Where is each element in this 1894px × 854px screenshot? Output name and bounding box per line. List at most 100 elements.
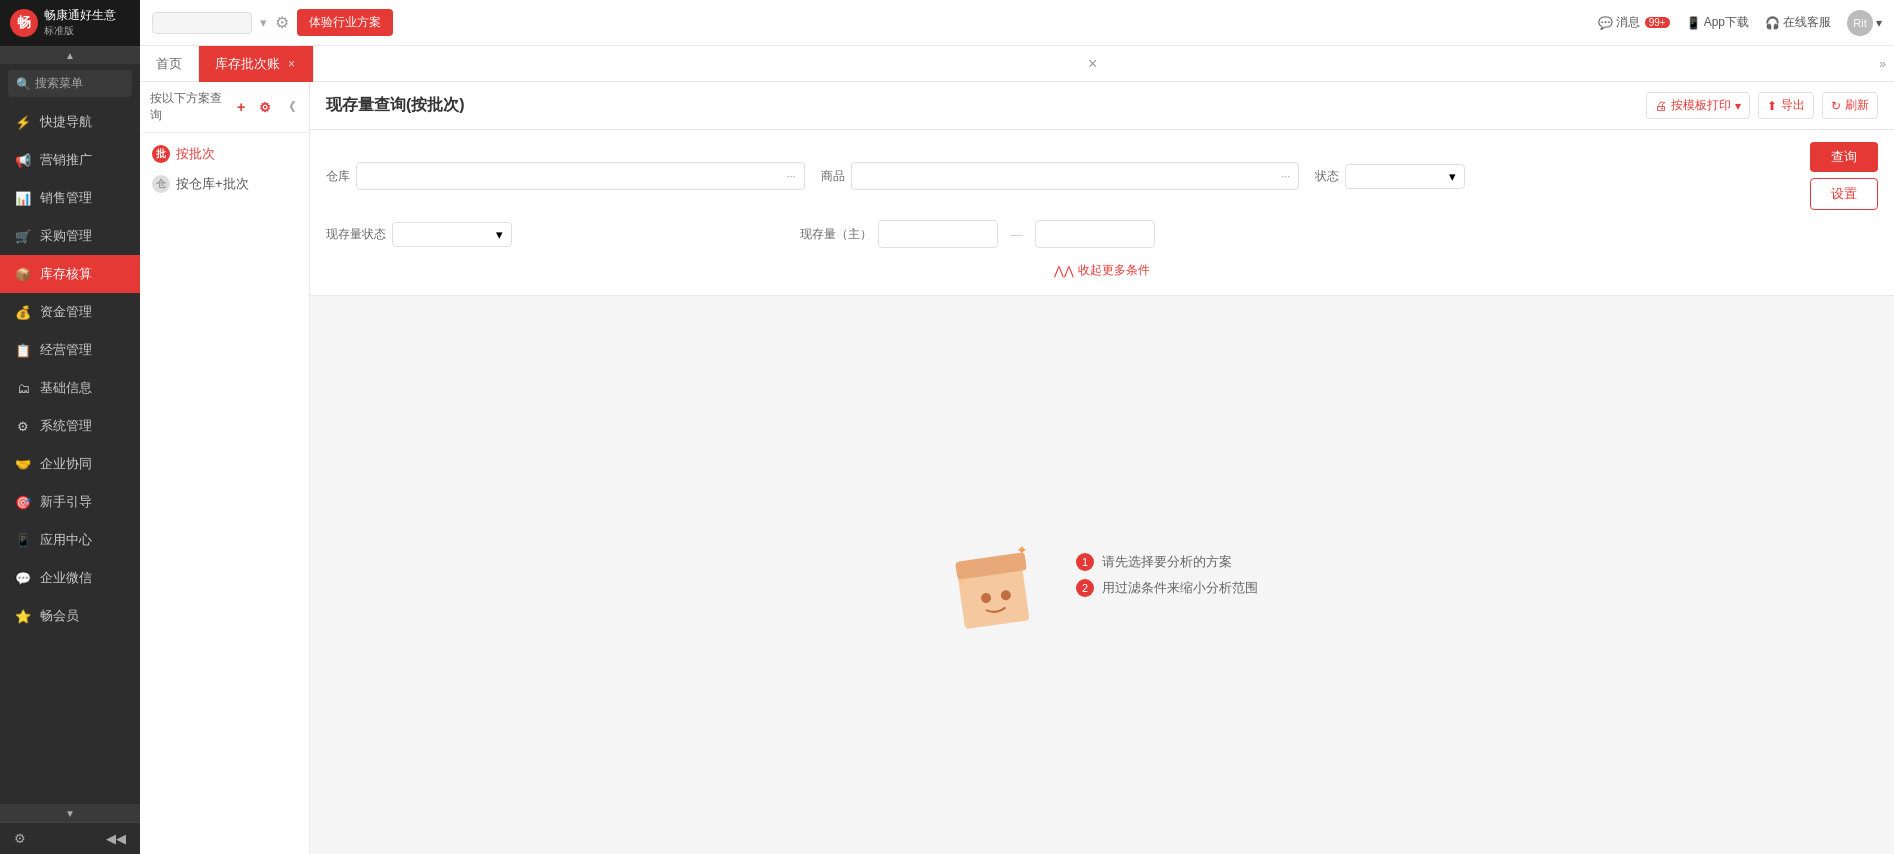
stock-qty-from[interactable] [878, 220, 998, 248]
warehouse-input[interactable]: ··· [356, 162, 805, 190]
sidebar-item-marketing[interactable]: 📢 营销推广 [0, 141, 140, 179]
collapse-more-btn[interactable]: ⋀⋀ 收起更多条件 [326, 258, 1878, 283]
status-label: 状态 [1315, 168, 1339, 185]
shortcut-icon: ⚡ [14, 113, 32, 131]
stock-status-dropdown-icon: ▾ [496, 227, 503, 242]
tip-item-2: 2 用过滤条件来缩小分析范围 [1076, 579, 1258, 597]
sidebar-item-sales[interactable]: 📊 销售管理 [0, 179, 140, 217]
user-menu[interactable]: Rit ▾ [1847, 10, 1882, 36]
refresh-btn[interactable]: ↻ 刷新 [1822, 92, 1878, 119]
status-dropdown-icon: ▾ [1449, 169, 1456, 184]
messages-badge: 99+ [1645, 17, 1670, 28]
panel-close-button[interactable]: × [1076, 55, 1109, 73]
topbar-search-input[interactable] [152, 12, 252, 34]
filter-stock-qty-group: 现存量（主） — [800, 220, 1258, 248]
experience-btn[interactable]: 体验行业方案 [297, 9, 393, 36]
sidebar-item-label: 营销推广 [40, 151, 92, 169]
sidebar-item-label: 销售管理 [40, 189, 92, 207]
expand-tabs-icon[interactable]: » [1871, 57, 1894, 71]
sidebar-scroll-up[interactable]: ▲ [0, 46, 140, 64]
goods-more-icon[interactable]: ··· [1281, 170, 1290, 182]
tip-text-2: 用过滤条件来缩小分析范围 [1102, 579, 1258, 597]
stock-qty-to[interactable] [1035, 220, 1155, 248]
stock-status-dropdown[interactable]: ▾ [392, 222, 512, 247]
warehouse-label: 仓库 [326, 168, 350, 185]
app-download-btn[interactable]: 📱 App下载 [1686, 14, 1749, 31]
topbar-dropdown-icon[interactable]: ▾ [260, 15, 267, 30]
goods-input[interactable]: ··· [851, 162, 1300, 190]
sidebar-item-system[interactable]: ⚙ 系统管理 [0, 407, 140, 445]
collapse-scheme-btn[interactable]: 《 [279, 97, 299, 117]
app-subtitle: 标准版 [44, 24, 116, 38]
query-btn[interactable]: 查询 [1810, 142, 1878, 172]
status-dropdown[interactable]: ▾ [1345, 164, 1465, 189]
sidebar-item-basic[interactable]: 🗂 基础信息 [0, 369, 140, 407]
filter-area: 仓库 ··· 商品 ··· 状态 [310, 130, 1894, 296]
sidebar-search[interactable]: 🔍 搜索菜单 [8, 70, 132, 97]
right-content: 现存量查询(按批次) 🖨 按模板打印 ▾ ⬆ 导出 ↻ 刷新 [310, 82, 1894, 854]
search-label: 搜索菜单 [35, 75, 83, 92]
export-btn[interactable]: ⬆ 导出 [1758, 92, 1814, 119]
filter-warehouse-group: 仓库 ··· [326, 162, 805, 190]
online-service-label: 在线客服 [1783, 14, 1831, 31]
empty-illustration: ✦ ✦ [946, 525, 1046, 625]
scheme-batch-label: 按批次 [176, 145, 215, 163]
member-icon: ⭐ [14, 607, 32, 625]
sidebar-item-shortcut[interactable]: ⚡ 快捷导航 [0, 103, 140, 141]
tip-item-1: 1 请先选择要分析的方案 [1076, 553, 1258, 571]
headset-icon: 🎧 [1765, 16, 1780, 30]
sidebar-item-guide[interactable]: 🎯 新手引导 [0, 483, 140, 521]
messages-label: 消息 [1616, 14, 1640, 31]
tab-close-icon[interactable]: × [286, 57, 297, 71]
finance-icon: 💰 [14, 303, 32, 321]
topbar-gear-icon[interactable]: ⚙ [275, 13, 289, 32]
scheme-item-warehouse-batch[interactable]: 仓 按仓库+批次 [140, 169, 309, 199]
app-download-icon: 📱 [1686, 16, 1701, 30]
sidebar-item-label: 快捷导航 [40, 113, 92, 131]
refresh-label: 刷新 [1845, 97, 1869, 114]
warehouse-more-icon[interactable]: ··· [787, 170, 796, 182]
sidebar-item-apps[interactable]: 📱 应用中心 [0, 521, 140, 559]
tab-home[interactable]: 首页 [140, 46, 199, 82]
topbar: ▾ ⚙ 体验行业方案 💬 消息 99+ 📱 App下载 🎧 在线客服 Rit [140, 0, 1894, 46]
sidebar-item-weixin[interactable]: 💬 企业微信 [0, 559, 140, 597]
topbar-right: 💬 消息 99+ 📱 App下载 🎧 在线客服 Rit ▾ [1598, 10, 1882, 36]
settings-footer-icon[interactable]: ⚙ [14, 831, 26, 846]
online-service-btn[interactable]: 🎧 在线客服 [1765, 14, 1831, 31]
topbar-left: ▾ ⚙ 体验行业方案 [152, 9, 1588, 36]
export-icon: ⬆ [1767, 99, 1777, 113]
main-area: ▾ ⚙ 体验行业方案 💬 消息 99+ 📱 App下载 🎧 在线客服 Rit [140, 0, 1894, 854]
sidebar-item-label: 新手引导 [40, 493, 92, 511]
basic-icon: 🗂 [14, 379, 32, 397]
tab-inventory-batch[interactable]: 库存批次账 × [199, 46, 314, 82]
print-label: 按模板打印 [1671, 97, 1731, 114]
app-logo: 畅 [10, 9, 38, 37]
sidebar-item-label: 畅会员 [40, 607, 79, 625]
print-btn[interactable]: 🖨 按模板打印 ▾ [1646, 92, 1750, 119]
sidebar-item-member[interactable]: ⭐ 畅会员 [0, 597, 140, 635]
sidebar-item-operation[interactable]: 📋 经营管理 [0, 331, 140, 369]
scheme-settings-btn[interactable]: ⚙ [255, 97, 275, 117]
scheme-item-batch[interactable]: 批 按批次 [140, 139, 309, 169]
operation-icon: 📋 [14, 341, 32, 359]
collapse-sidebar-icon[interactable]: ◀◀ [106, 831, 126, 846]
scheme-warehouse-batch-label: 按仓库+批次 [176, 175, 249, 193]
sales-icon: 📊 [14, 189, 32, 207]
messages-btn[interactable]: 💬 消息 99+ [1598, 14, 1670, 31]
sidebar-item-cooperation[interactable]: 🤝 企业协同 [0, 445, 140, 483]
sidebar-item-purchase[interactable]: 🛒 采购管理 [0, 217, 140, 255]
weixin-icon: 💬 [14, 569, 32, 587]
filter-status-group: 状态 ▾ [1315, 164, 1794, 189]
sidebar-item-label: 经营管理 [40, 341, 92, 359]
add-scheme-btn[interactable]: + [231, 97, 251, 117]
tabbar: 首页 库存批次账 × × » [140, 46, 1894, 82]
filter-goods-group: 商品 ··· [821, 162, 1300, 190]
sidebar-item-inventory[interactable]: 📦 库存核算 [0, 255, 140, 293]
tip-text-1: 请先选择要分析的方案 [1102, 553, 1232, 571]
avatar: Rit [1847, 10, 1873, 36]
sidebar-item-label: 企业微信 [40, 569, 92, 587]
sidebar-item-finance[interactable]: 💰 资金管理 [0, 293, 140, 331]
settings-btn[interactable]: 设置 [1810, 178, 1878, 210]
sidebar-scroll-down[interactable]: ▼ [0, 804, 140, 822]
app-title: 畅康通好生意 [44, 8, 116, 24]
